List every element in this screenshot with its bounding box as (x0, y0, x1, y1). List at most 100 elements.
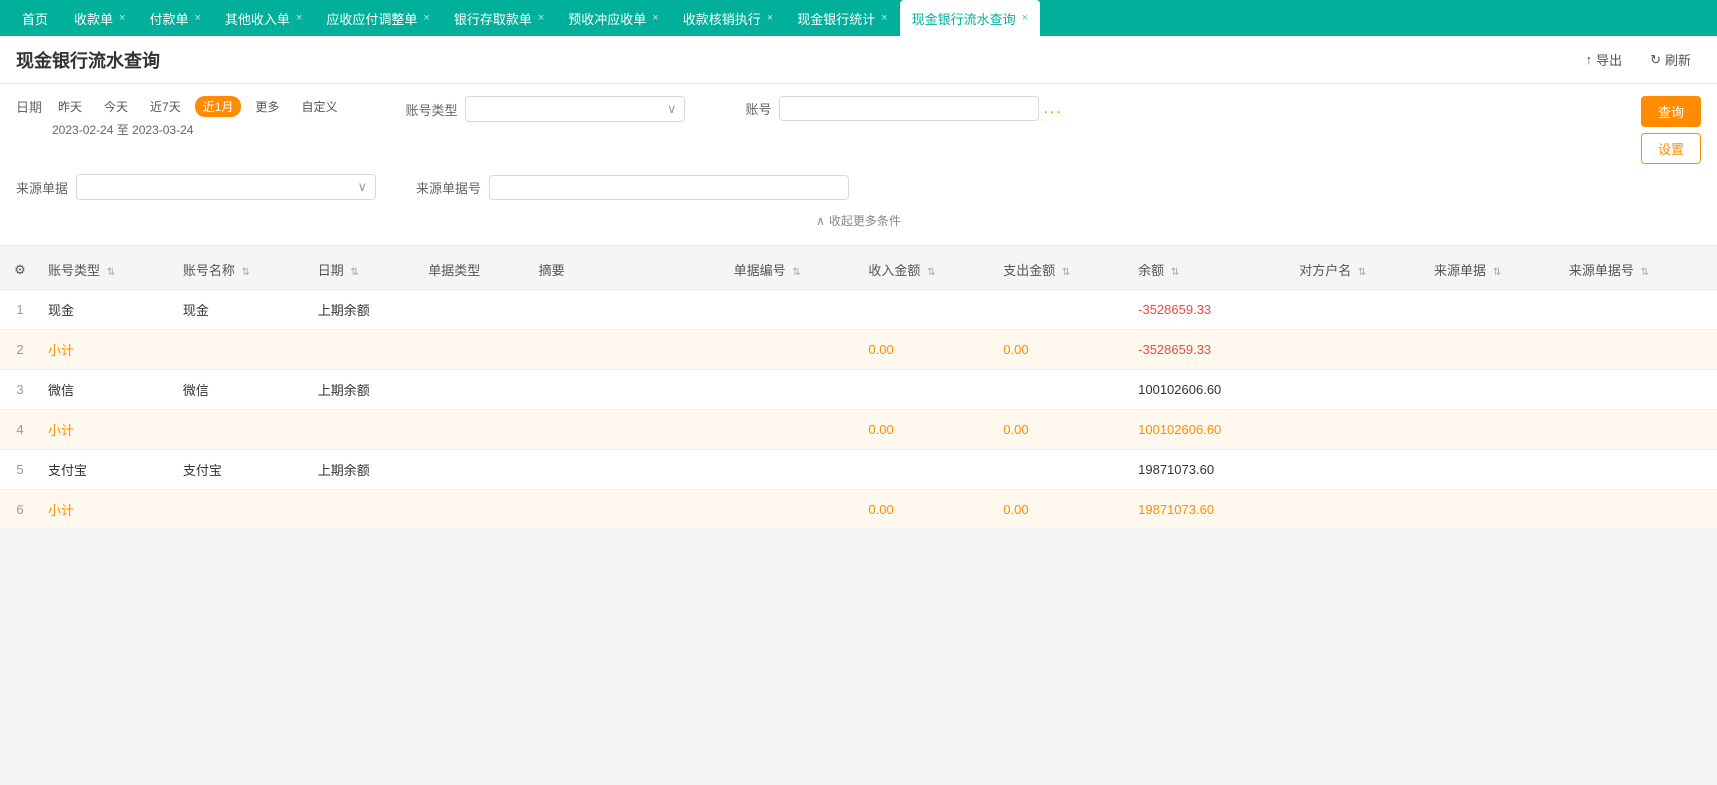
cell-doc-num (726, 370, 861, 410)
close-icon[interactable]: × (296, 12, 302, 24)
page-title: 现金银行流水查询 (16, 47, 160, 73)
cell-summary (531, 450, 726, 490)
sort-icon: ⇅ (1171, 267, 1179, 278)
source-doc-num-input[interactable] (489, 175, 849, 200)
cell-account-name (175, 330, 310, 370)
refresh-button[interactable]: ↻ 刷新 (1640, 46, 1701, 73)
cell-date (310, 330, 420, 370)
date-opt-yesterday[interactable]: 昨天 (50, 96, 90, 117)
nav-tab-shoukuan[interactable]: 收款单 × (62, 0, 137, 36)
source-doc-label: 来源单据 (16, 178, 68, 197)
sort-icon: ⇅ (107, 267, 115, 278)
col-account-type[interactable]: 账号类型 ⇅ (40, 250, 175, 290)
cell-expense: 0.00 (995, 330, 1130, 370)
nav-tab-liushui[interactable]: 现金银行流水查询 × (900, 0, 1040, 36)
cell-summary (531, 370, 726, 410)
col-doc-num[interactable]: 单据编号 ⇅ (726, 250, 861, 290)
col-expense[interactable]: 支出金额 ⇅ (995, 250, 1130, 290)
export-button[interactable]: ↑ 导出 (1576, 46, 1633, 73)
account-label: 账号 (745, 99, 771, 118)
sort-icon: ⇅ (1641, 267, 1649, 278)
col-balance[interactable]: 余额 ⇅ (1130, 250, 1291, 290)
cell-balance: 19871073.60 (1130, 450, 1291, 490)
table-row: 1 现金 现金 上期余额 -3528659.33 (0, 290, 1717, 330)
cell-summary (531, 330, 726, 370)
table-row: 3 微信 微信 上期余额 100102606.60 (0, 370, 1717, 410)
row-number: 2 (0, 330, 40, 370)
col-source-doc-num[interactable]: 来源单据号 ⇅ (1561, 250, 1717, 290)
close-icon[interactable]: × (423, 12, 429, 24)
close-icon[interactable]: × (538, 12, 544, 24)
chevron-down-icon: ∨ (358, 179, 368, 195)
col-income[interactable]: 收入金额 ⇅ (860, 250, 995, 290)
collapse-icon: ∧ (816, 214, 825, 228)
close-icon[interactable]: × (881, 12, 887, 24)
col-date[interactable]: 日期 ⇅ (310, 250, 420, 290)
source-doc-select[interactable]: ∨ (76, 174, 376, 200)
sort-icon: ⇅ (1358, 267, 1366, 278)
cell-date: 上期余额 (310, 290, 420, 330)
cell-balance: 19871073.60 (1130, 490, 1291, 530)
cell-account-name (175, 490, 310, 530)
nav-tab-shoukuanxiaoxiao[interactable]: 收款核销执行 × (671, 0, 785, 36)
filter-area: 日期 昨天 今天 近7天 近1月 更多 自定义 2023-02-24 至 202… (0, 84, 1717, 246)
date-range-display: 2023-02-24 至 2023-03-24 (52, 123, 193, 137)
date-opt-today[interactable]: 今天 (96, 96, 136, 117)
cell-doc-type (420, 490, 530, 530)
cell-source-doc (1426, 330, 1561, 370)
account-input[interactable] (779, 96, 1039, 121)
collapse-bar[interactable]: ∧ 收起更多条件 (16, 208, 1701, 233)
cell-source-doc-num (1561, 330, 1717, 370)
cell-summary (531, 410, 726, 450)
sort-icon: ⇅ (927, 267, 935, 278)
nav-tab-fukuan[interactable]: 付款单 × (137, 0, 212, 36)
table-row: 4 小计 0.00 0.00 100102606.60 (0, 410, 1717, 450)
cell-income: 0.00 (860, 330, 995, 370)
close-icon[interactable]: × (767, 12, 773, 24)
col-settings[interactable]: ⚙ (0, 250, 40, 290)
cell-doc-num (726, 330, 861, 370)
cell-date (310, 490, 420, 530)
cell-source-doc (1426, 290, 1561, 330)
cell-balance: -3528659.33 (1130, 290, 1291, 330)
close-icon[interactable]: × (119, 12, 125, 24)
close-icon[interactable]: × (194, 12, 200, 24)
date-opt-custom[interactable]: 自定义 (293, 96, 345, 117)
date-label: 日期 (16, 97, 42, 116)
col-summary: 摘要 (531, 250, 726, 290)
account-type-select[interactable]: ∨ (465, 96, 685, 122)
date-opt-more[interactable]: 更多 (247, 96, 287, 117)
nav-tab-qitashouru[interactable]: 其他收入单 × (213, 0, 314, 36)
cell-balance: 100102606.60 (1130, 410, 1291, 450)
cell-income (860, 450, 995, 490)
date-options: 昨天 今天 近7天 近1月 更多 自定义 (50, 96, 345, 117)
cell-source-doc (1426, 450, 1561, 490)
more-options-icon[interactable]: ... (1043, 100, 1062, 118)
row-number: 4 (0, 410, 40, 450)
page-header: 现金银行流水查询 ↑ 导出 ↻ 刷新 (0, 36, 1717, 84)
col-account-name[interactable]: 账号名称 ⇅ (175, 250, 310, 290)
settings-button[interactable]: 设置 (1641, 133, 1701, 164)
cell-income: 0.00 (860, 490, 995, 530)
col-counterpart[interactable]: 对方户名 ⇅ (1291, 250, 1426, 290)
close-icon[interactable]: × (652, 12, 658, 24)
cell-counterpart (1291, 450, 1426, 490)
nav-tab-yushou[interactable]: 预收冲应收单 × (556, 0, 670, 36)
table-row: 2 小计 0.00 0.00 -3528659.33 (0, 330, 1717, 370)
query-button[interactable]: 查询 (1641, 96, 1701, 127)
sort-icon: ⇅ (350, 267, 358, 278)
cell-source-doc-num (1561, 410, 1717, 450)
cell-doc-type (420, 410, 530, 450)
date-opt-7days[interactable]: 近7天 (142, 96, 189, 117)
nav-tab-yingshoutiaozheng[interactable]: 应收应付调整单 × (314, 0, 441, 36)
close-icon[interactable]: × (1022, 12, 1028, 24)
nav-home[interactable]: 首页 (8, 9, 62, 28)
header-actions: ↑ 导出 ↻ 刷新 (1576, 46, 1701, 73)
date-opt-1month[interactable]: 近1月 (195, 96, 242, 117)
cell-source-doc (1426, 490, 1561, 530)
refresh-icon: ↻ (1650, 52, 1661, 68)
cell-income: 0.00 (860, 410, 995, 450)
nav-tab-xianjinyinhang[interactable]: 现金银行统计 × (785, 0, 899, 36)
col-source-doc[interactable]: 来源单据 ⇅ (1426, 250, 1561, 290)
nav-tab-yinhangcunqu[interactable]: 银行存取款单 × (442, 0, 556, 36)
